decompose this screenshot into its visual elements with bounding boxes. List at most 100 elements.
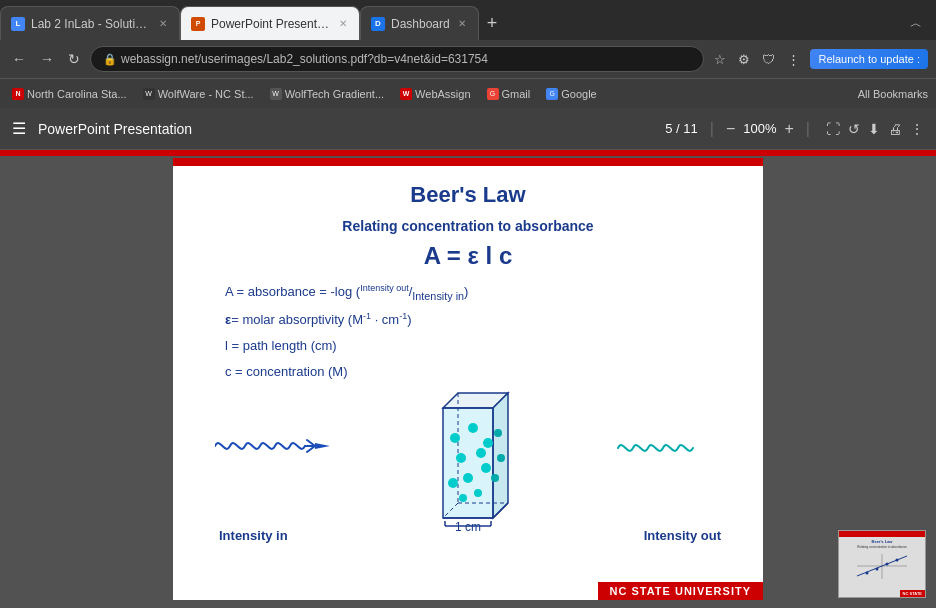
svg-point-18 [497,454,505,462]
relaunch-button[interactable]: Relaunch to update : [810,49,928,69]
cuvette-svg [423,388,513,528]
svg-marker-0 [315,443,330,449]
thumbnail-chart [852,551,912,581]
tab-ppt-favicon: P [191,17,205,31]
wave-right-group [613,433,723,467]
bookmark-ncstate[interactable]: N North Carolina Sta... [8,86,131,102]
bookmark-ncstate-favicon: N [12,88,24,100]
slide-footer: NC STATE UNIVERSITY [598,582,763,600]
bookmark-ncstate-label: North Carolina Sta... [27,88,127,100]
bookmark-webassign-label: WebAssign [415,88,470,100]
tab-dash-close[interactable]: ✕ [456,16,468,31]
shield-icon[interactable]: 🛡 [758,48,779,71]
slide-red-bar [173,158,763,166]
bookmark-wolftech-favicon: W [270,88,282,100]
divider-2: | [806,120,810,138]
wave-left-svg [215,431,345,461]
bookmark-webassign-favicon: W [400,88,412,100]
svg-point-13 [481,463,491,473]
reload-button[interactable]: ↻ [64,47,84,71]
slide-area: Beer's Law Relating concentration to abs… [0,150,936,608]
svg-point-17 [494,429,502,437]
tab-lab[interactable]: L Lab 2 InLab - Solutions and S... ✕ [0,6,180,40]
ppt-title: PowerPoint Presentation [38,121,653,137]
more-icon[interactable]: ⋮ [783,48,804,71]
top-accent-bar [0,150,936,156]
def-concentration: c = concentration (M) [225,360,731,383]
tab-ppt[interactable]: P PowerPoint Presentation ✕ [180,6,360,40]
svg-point-11 [476,448,486,458]
slide-nav: 5 / 11 | − 100% + | [665,120,814,138]
fullscreen-icon[interactable]: ⛶ [826,121,840,137]
intensity-out-label: Intensity out [644,528,721,543]
svg-point-16 [459,494,467,502]
intensity-in-label: Intensity in [219,528,288,543]
bookmark-google[interactable]: G Google [542,86,600,102]
bookmark-wolftech[interactable]: W WolfTech Gradient... [266,86,388,102]
more-options-icon[interactable]: ⋮ [910,121,924,137]
main-formula: A = ε l c [205,242,731,270]
svg-point-19 [491,474,499,482]
svg-rect-3 [443,408,493,518]
thumbnail-content: Beer's Law Relating concentration to abs… [839,537,925,583]
ruler-label: 1 cm [455,520,481,534]
tab-dash-title: Dashboard [391,17,450,31]
rotate-icon[interactable]: ↺ [848,121,860,137]
bookmark-wolfware-favicon: W [143,88,155,100]
toolbar-icons: ☆ ⚙ 🛡 ⋮ [710,48,804,71]
address-bar: ← → ↻ 🔒 webassign.net/userimages/Lab2_so… [0,40,936,78]
tab-ppt-close[interactable]: ✕ [337,16,349,31]
svg-point-7 [450,433,460,443]
tab-dashboard[interactable]: D Dashboard ✕ [360,6,479,40]
slide-counter: 5 / 11 [665,121,698,136]
address-input[interactable]: 🔒 webassign.net/userimages/Lab2_solution… [90,46,704,72]
wave-left-group [215,431,345,461]
download-icon[interactable]: ⬇ [868,121,880,137]
bookmark-gmail-label: Gmail [502,88,531,100]
bookmark-star-icon[interactable]: ☆ [710,48,730,71]
lock-icon: 🔒 [103,53,117,66]
bookmark-google-label: Google [561,88,596,100]
tab-dash-favicon: D [371,17,385,31]
all-bookmarks[interactable]: All Bookmarks [858,88,928,100]
bookmark-gmail-favicon: G [487,88,499,100]
tab-bar: L Lab 2 InLab - Solutions and S... ✕ P P… [0,0,936,40]
tab-ppt-title: PowerPoint Presentation [211,17,331,31]
zoom-in-button[interactable]: + [785,120,794,138]
wave-right-svg [613,433,723,463]
def-length: l = path length (cm) [225,334,731,357]
bookmark-wolftech-label: WolfTech Gradient... [285,88,384,100]
tab-lab-title: Lab 2 InLab - Solutions and S... [31,17,151,31]
svg-point-14 [448,478,458,488]
svg-point-12 [463,473,473,483]
def-epsilon: ε= molar absorptivity (M-1 · cm-1) [225,308,731,332]
new-tab-button[interactable]: + [479,13,506,34]
zoom-display: 100% [743,121,776,136]
zoom-out-button[interactable]: − [726,120,735,138]
svg-point-8 [468,423,478,433]
back-button[interactable]: ← [8,47,30,71]
forward-button[interactable]: → [36,47,58,71]
thumbnail-title: Beer's Law [872,539,893,544]
ppt-menu-icon[interactable]: ☰ [12,119,26,138]
divider-1: | [710,120,714,138]
extension-icon[interactable]: ⚙ [734,48,754,71]
bookmark-wolfware-label: WolfWare - NC St... [158,88,254,100]
ppt-toolbar: ☰ PowerPoint Presentation 5 / 11 | − 100… [0,108,936,150]
bookmark-google-favicon: G [546,88,558,100]
bookmark-gmail[interactable]: G Gmail [483,86,535,102]
slide: Beer's Law Relating concentration to abs… [173,158,763,600]
bookmark-webassign[interactable]: W WebAssign [396,86,474,102]
def-absorbance: A = absorbance = -log (Intensity out/Int… [225,280,731,306]
slide-content: Beer's Law Relating concentration to abs… [173,166,763,600]
bookmark-wolfware[interactable]: W WolfWare - NC St... [139,86,258,102]
tab-lab-close[interactable]: ✕ [157,16,169,31]
window-controls: ︿ [505,15,936,32]
browser-chrome: L Lab 2 InLab - Solutions and S... ✕ P P… [0,0,936,150]
svg-point-29 [886,563,889,566]
window-minimize[interactable]: ︿ [904,15,928,32]
ppt-toolbar-right: ⛶ ↺ ⬇ 🖨 ⋮ [826,121,924,137]
svg-point-15 [474,489,482,497]
print-icon[interactable]: 🖨 [888,121,902,137]
thumbnail-footer: NC STATE [900,590,925,597]
